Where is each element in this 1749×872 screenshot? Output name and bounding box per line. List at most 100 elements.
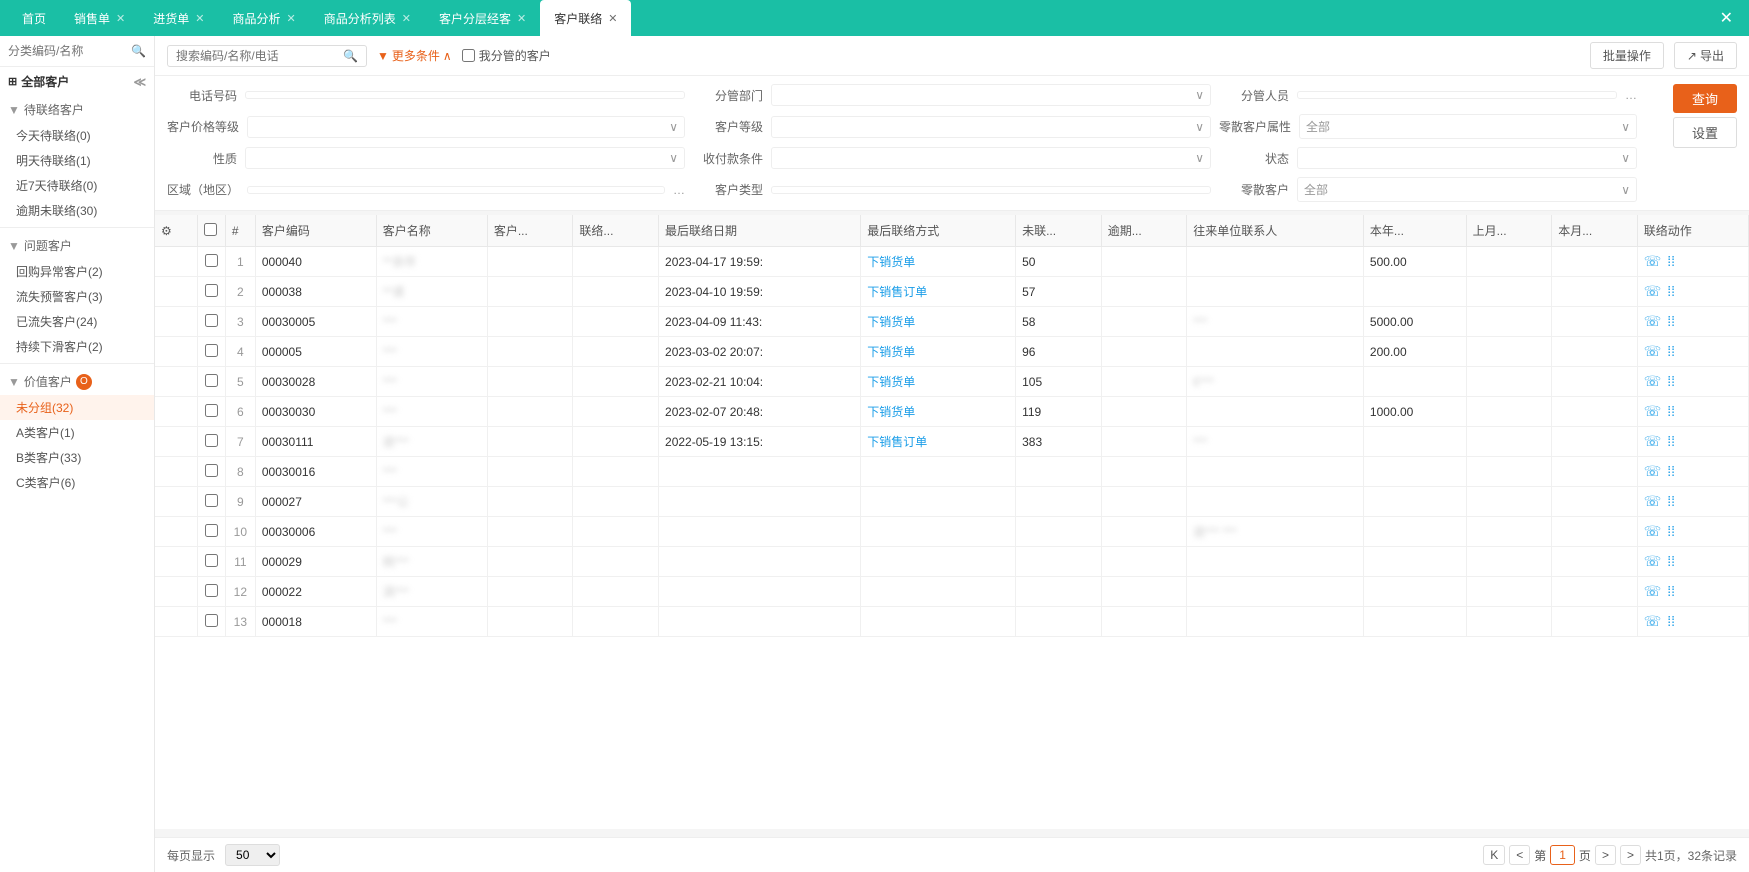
manager-more[interactable]: … — [1625, 88, 1637, 102]
region-more[interactable]: … — [673, 183, 685, 197]
call-icon[interactable]: ☏ — [1644, 523, 1662, 540]
sidebar-search-input[interactable] — [8, 44, 127, 58]
sidebar-item-a-class[interactable]: A类客户(1) — [0, 420, 154, 445]
call-icon[interactable]: ☏ — [1644, 583, 1662, 600]
row-checkbox[interactable] — [205, 284, 218, 297]
price-level-select[interactable]: ∨ — [247, 116, 685, 138]
current-page[interactable]: 1 — [1550, 845, 1575, 865]
all-customers-header[interactable]: ⊞ 全部客户 ≪ — [0, 67, 154, 96]
query-button[interactable]: 查询 — [1673, 84, 1737, 113]
main-close-button[interactable]: ✕ — [1712, 8, 1741, 28]
tab-customer-contact[interactable]: 客户联络 ✕ — [540, 0, 631, 36]
call-icon[interactable]: ☏ — [1644, 463, 1662, 480]
batch-ops-button[interactable]: 批量操作 — [1590, 42, 1664, 69]
filter-search-icon[interactable]: 🔍 — [343, 49, 358, 63]
method-link[interactable]: 下销货单 — [867, 255, 915, 269]
call-icon[interactable]: ☏ — [1644, 553, 1662, 570]
settings-col[interactable]: ⚙ — [155, 215, 197, 247]
gender-select[interactable]: ∨ — [245, 147, 685, 169]
tab-customer-segment[interactable]: 客户分层经客 ✕ — [425, 0, 540, 36]
row-checkbox[interactable] — [205, 434, 218, 447]
method-link[interactable]: 下销售订单 — [867, 285, 927, 299]
method-link[interactable]: 下销货单 — [867, 345, 915, 359]
tab-purchase-close[interactable]: ✕ — [195, 12, 204, 25]
collapse-icon[interactable]: ≪ — [133, 75, 146, 89]
row-checkbox[interactable] — [205, 614, 218, 627]
sidebar-item-declining[interactable]: 持续下滑客户(2) — [0, 334, 154, 359]
row-checkbox[interactable] — [205, 554, 218, 567]
customer-type-select[interactable] — [771, 186, 1211, 194]
retail-customer-select[interactable]: 全部 ∨ — [1297, 177, 1637, 202]
method-link[interactable]: 下销货单 — [867, 315, 915, 329]
row-checkbox[interactable] — [205, 314, 218, 327]
dept-select[interactable]: ∨ — [771, 84, 1211, 106]
row-checkbox[interactable] — [205, 254, 218, 267]
call-icon[interactable]: ☏ — [1644, 493, 1662, 510]
scrollbar-area[interactable] — [155, 829, 1749, 837]
sidebar-item-overdue[interactable]: 逾期未联络(30) — [0, 198, 154, 223]
call-icon[interactable]: ☏ — [1644, 613, 1662, 630]
my-customers-checkbox[interactable] — [462, 49, 475, 62]
call-icon[interactable]: ☏ — [1644, 283, 1662, 300]
tab-product-analysis-list[interactable]: 商品分析列表 ✕ — [310, 0, 425, 36]
call-icon[interactable]: ☏ — [1644, 403, 1662, 420]
tab-sales[interactable]: 销售单 ✕ — [60, 0, 139, 36]
more-action-icon[interactable]: ⁞⁞ — [1667, 613, 1675, 630]
more-action-icon[interactable]: ⁞⁞ — [1667, 283, 1675, 300]
sidebar-item-tomorrow[interactable]: 明天待联络(1) — [0, 148, 154, 173]
sidebar-item-today[interactable]: 今天待联络(0) — [0, 123, 154, 148]
row-checkbox[interactable] — [205, 464, 218, 477]
payment-select[interactable]: ∨ — [771, 147, 1211, 169]
last-page-btn[interactable]: > — [1620, 845, 1641, 865]
row-checkbox[interactable] — [205, 404, 218, 417]
call-icon[interactable]: ☏ — [1644, 313, 1662, 330]
row-checkbox[interactable] — [205, 344, 218, 357]
select-all-checkbox[interactable] — [204, 223, 217, 236]
first-page-btn[interactable]: K — [1483, 845, 1505, 865]
tab-purchase[interactable]: 进货单 ✕ — [139, 0, 218, 36]
more-action-icon[interactable]: ⁞⁞ — [1667, 463, 1675, 480]
sidebar-item-churned[interactable]: 已流失客户(24) — [0, 309, 154, 334]
customer-level-select[interactable]: ∨ — [771, 116, 1211, 138]
more-action-icon[interactable]: ⁞⁞ — [1667, 433, 1675, 450]
manager-input[interactable] — [1297, 91, 1617, 99]
more-action-icon[interactable]: ⁞⁞ — [1667, 493, 1675, 510]
row-checkbox[interactable] — [205, 584, 218, 597]
call-icon[interactable]: ☏ — [1644, 253, 1662, 270]
phone-input[interactable] — [245, 91, 685, 99]
call-icon[interactable]: ☏ — [1644, 433, 1662, 450]
sidebar-item-abnormal[interactable]: 回购异常客户(2) — [0, 259, 154, 284]
reset-button[interactable]: 设置 — [1673, 117, 1737, 148]
more-action-icon[interactable]: ⁞⁞ — [1667, 253, 1675, 270]
more-action-icon[interactable]: ⁞⁞ — [1667, 523, 1675, 540]
sidebar-search-icon[interactable]: 🔍 — [131, 44, 146, 58]
sidebar-item-unclassified[interactable]: 未分组(32) — [0, 395, 154, 420]
next-page-btn[interactable]: > — [1595, 845, 1616, 865]
row-checkbox[interactable] — [205, 524, 218, 537]
call-icon[interactable]: ☏ — [1644, 373, 1662, 390]
status-select[interactable]: ∨ — [1297, 147, 1637, 169]
method-link[interactable]: 下销货单 — [867, 375, 915, 389]
more-action-icon[interactable]: ⁞⁞ — [1667, 553, 1675, 570]
tab-product-analysis-close[interactable]: ✕ — [287, 12, 296, 25]
sidebar-item-7days[interactable]: 近7天待联络(0) — [0, 173, 154, 198]
row-checkbox[interactable] — [205, 494, 218, 507]
prev-page-btn[interactable]: < — [1509, 845, 1530, 865]
region-input[interactable] — [247, 186, 665, 194]
more-action-icon[interactable]: ⁞⁞ — [1667, 403, 1675, 420]
tab-home[interactable]: 首页 — [8, 0, 60, 36]
tab-product-analysis-list-close[interactable]: ✕ — [402, 12, 411, 25]
method-link[interactable]: 下销货单 — [867, 405, 915, 419]
more-action-icon[interactable]: ⁞⁞ — [1667, 343, 1675, 360]
export-button[interactable]: ↗ 导出 — [1674, 42, 1737, 69]
tab-sales-close[interactable]: ✕ — [116, 12, 125, 25]
tab-customer-segment-close[interactable]: ✕ — [517, 12, 526, 25]
retail-attr-select[interactable]: 全部 ∨ — [1299, 114, 1637, 139]
more-action-icon[interactable]: ⁞⁞ — [1667, 583, 1675, 600]
more-action-icon[interactable]: ⁞⁞ — [1667, 373, 1675, 390]
sidebar-item-c-class[interactable]: C类客户(6) — [0, 470, 154, 495]
tab-customer-contact-close[interactable]: ✕ — [608, 12, 617, 25]
tab-product-analysis[interactable]: 商品分析 ✕ — [218, 0, 309, 36]
call-icon[interactable]: ☏ — [1644, 343, 1662, 360]
more-conditions-btn[interactable]: ▼ 更多条件 ∧ — [377, 47, 452, 64]
